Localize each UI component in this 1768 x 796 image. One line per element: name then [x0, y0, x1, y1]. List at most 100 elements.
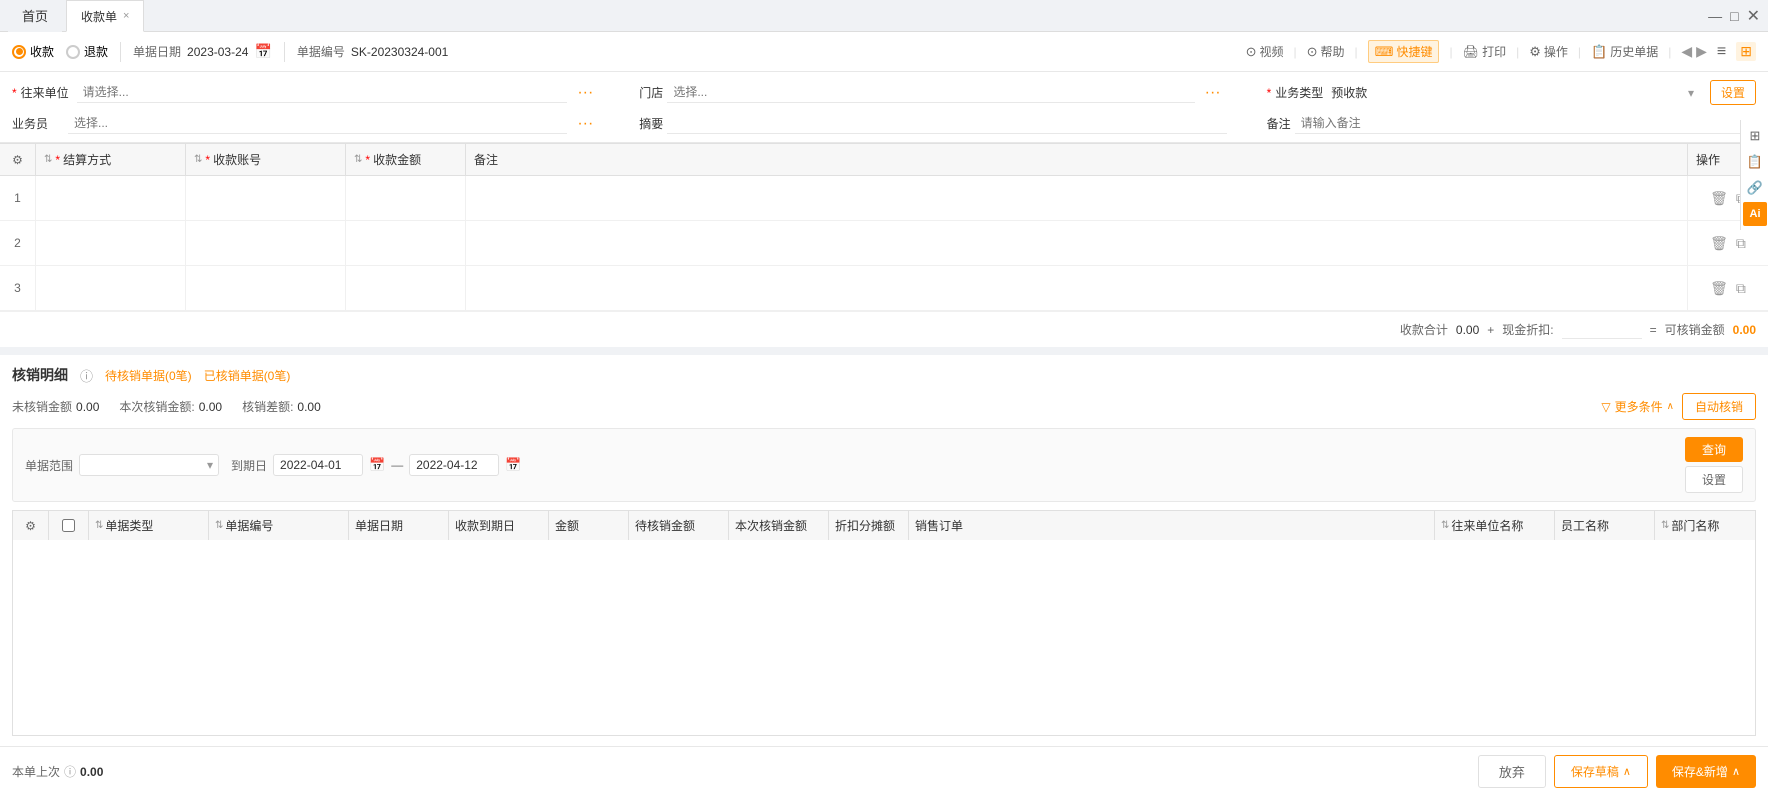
td-settle-1[interactable] — [36, 176, 186, 220]
tab-label: 收款单 — [81, 8, 117, 25]
pending-tab[interactable]: 待核销单据(0笔) — [105, 367, 192, 384]
counterparty-more-icon[interactable]: ··· — [571, 84, 599, 102]
list-icon[interactable]: ≡ — [1717, 43, 1726, 61]
save-draft-arrow-icon: ∧ — [1623, 765, 1631, 778]
store-input[interactable] — [667, 82, 1194, 103]
dth-checkbox[interactable] — [49, 511, 89, 540]
td-remark-1[interactable] — [466, 176, 1688, 220]
date-calendar-to-icon[interactable]: 📅 — [505, 457, 521, 473]
sidebar-table-icon[interactable]: ⊞ — [1743, 124, 1767, 148]
tab-close-icon[interactable]: × — [123, 10, 129, 22]
dth-gear[interactable]: ⚙ — [13, 511, 49, 540]
chevron-up-icon: ∧ — [1667, 401, 1674, 412]
staff-more-icon[interactable]: ··· — [571, 115, 599, 133]
copy-icon-3[interactable]: ⧉ — [1736, 280, 1746, 297]
unverified-label: 未核销金额 — [12, 398, 72, 415]
td-account-3[interactable] — [186, 266, 346, 310]
dth-doc-date: 单据日期 — [349, 511, 449, 540]
window-close-icon[interactable]: ✕ — [1747, 6, 1760, 26]
delete-icon-2[interactable]: 🗑 — [1710, 235, 1728, 252]
th-gear[interactable]: ⚙ — [0, 144, 36, 175]
action-print[interactable]: 🖨 打印 — [1463, 43, 1507, 60]
more-conditions-btn[interactable]: ▽ 更多条件 ∧ — [1601, 398, 1674, 415]
counterparty-input[interactable] — [77, 82, 568, 103]
doc-date-calendar-icon[interactable]: 📅 — [254, 43, 271, 60]
action-shortcut[interactable]: ⌨ 快捷键 — [1368, 40, 1440, 63]
copy-icon-2[interactable]: ⧉ — [1736, 235, 1746, 252]
required-mark3: * — [365, 153, 370, 167]
sidebar-doc-icon[interactable]: 📋 — [1743, 150, 1767, 174]
td-settle-2[interactable] — [36, 221, 186, 265]
abandon-button[interactable]: 放弃 — [1478, 755, 1546, 788]
td-remark-2[interactable] — [466, 221, 1688, 265]
window-max-icon[interactable]: □ — [1730, 8, 1738, 24]
radio-refund[interactable]: 退款 — [66, 43, 108, 60]
history-icon: 📋 — [1591, 44, 1607, 60]
action-video[interactable]: ⊙ 视频 — [1246, 43, 1284, 60]
discount-input[interactable] — [1562, 320, 1642, 339]
td-amount-3[interactable] — [346, 266, 466, 310]
query-button[interactable]: 查询 — [1685, 437, 1743, 462]
config-button[interactable]: 设置 — [1685, 466, 1743, 493]
tab-active-receipt[interactable]: 收款单 × — [66, 0, 144, 32]
action-operate[interactable]: ⚙ 操作 — [1529, 43, 1568, 60]
dth-employee: 员工名称 — [1555, 511, 1655, 540]
nav-left-icon[interactable]: ◀ — [1681, 43, 1692, 60]
dth-sales-order: 销售订单 — [909, 511, 1435, 540]
abstract-field: 摘要 — [639, 113, 1226, 134]
filter-icon: ▽ — [1601, 400, 1610, 414]
required-mark2: * — [1267, 86, 1272, 100]
sidebar-ai-icon[interactable]: Ai — [1743, 202, 1767, 226]
td-num-1: 1 — [0, 176, 36, 220]
settings-button[interactable]: 设置 — [1710, 80, 1756, 105]
writeoff-info-icon[interactable]: ⓘ — [80, 366, 93, 385]
auto-writeoff-button[interactable]: 自动核销 — [1682, 393, 1756, 420]
td-remark-3[interactable] — [466, 266, 1688, 310]
unverified-field: 未核销金额 0.00 — [12, 398, 99, 415]
delete-icon-1[interactable]: 🗑 — [1710, 190, 1728, 207]
tab-home[interactable]: 首页 — [8, 0, 62, 32]
done-tab[interactable]: 已核销单据(0笔) — [204, 367, 291, 384]
receipt-radio-group: 收款 退款 — [12, 43, 108, 60]
th-remark: 备注 — [466, 144, 1688, 175]
nav-right-icon[interactable]: ▶ — [1696, 43, 1707, 60]
business-type-field: * 业务类型 预收款 ▾ 设置 — [1267, 80, 1756, 105]
window-min-icon[interactable]: — — [1708, 8, 1722, 24]
action-history[interactable]: 📋 历史单据 — [1591, 43, 1658, 60]
td-amount-2[interactable] — [346, 221, 466, 265]
sidebar-link-icon[interactable]: 🔗 — [1743, 176, 1767, 200]
doc-date-field: 单据日期 2023-03-24 📅 — [133, 43, 272, 60]
business-type-dropdown-icon[interactable]: ▾ — [1688, 86, 1694, 100]
date-calendar-from-icon[interactable]: 📅 — [369, 457, 385, 473]
due-date-label: 到期日 — [231, 457, 267, 474]
radio-receipt[interactable]: 收款 — [12, 43, 54, 60]
this-time-field: 本次核销金额: 0.00 — [119, 398, 222, 415]
date-range-separator: — — [391, 458, 403, 472]
remark-input[interactable] — [1295, 113, 1756, 134]
sort-icon: ⇅ — [44, 154, 52, 165]
abstract-input[interactable] — [667, 113, 1226, 134]
this-doc-info: 本单上次 ⓘ 0.00 — [12, 763, 103, 780]
summary-row: 收款合计 0.00 + 现金折扣: = 可核销金额 0.00 — [0, 311, 1768, 347]
this-doc-info-icon[interactable]: ⓘ — [64, 763, 76, 780]
save-draft-button[interactable]: 保存草稿 ∧ — [1554, 755, 1648, 788]
grid-icon[interactable]: ⊞ — [1736, 42, 1756, 61]
td-ops-3: 🗑 ⧉ — [1688, 266, 1768, 310]
save-new-button[interactable]: 保存&新增 ∧ — [1656, 755, 1756, 788]
date-from-input[interactable] — [273, 454, 363, 476]
action-help[interactable]: ⊙ 帮助 — [1307, 43, 1345, 60]
detail-table-body — [12, 540, 1756, 736]
date-to-input[interactable] — [409, 454, 499, 476]
range-select[interactable] — [79, 454, 219, 476]
select-all-checkbox[interactable] — [62, 519, 75, 532]
table-row: 3 🗑 ⧉ — [0, 266, 1768, 311]
remark-field: 备注 — [1267, 113, 1756, 134]
delete-icon-3[interactable]: 🗑 — [1710, 280, 1728, 297]
td-account-1[interactable] — [186, 176, 346, 220]
store-more-icon[interactable]: ··· — [1199, 84, 1227, 102]
td-account-2[interactable] — [186, 221, 346, 265]
shortcut-label: 快捷键 — [1396, 43, 1432, 60]
td-settle-3[interactable] — [36, 266, 186, 310]
td-amount-1[interactable] — [346, 176, 466, 220]
staff-input[interactable] — [68, 113, 567, 134]
